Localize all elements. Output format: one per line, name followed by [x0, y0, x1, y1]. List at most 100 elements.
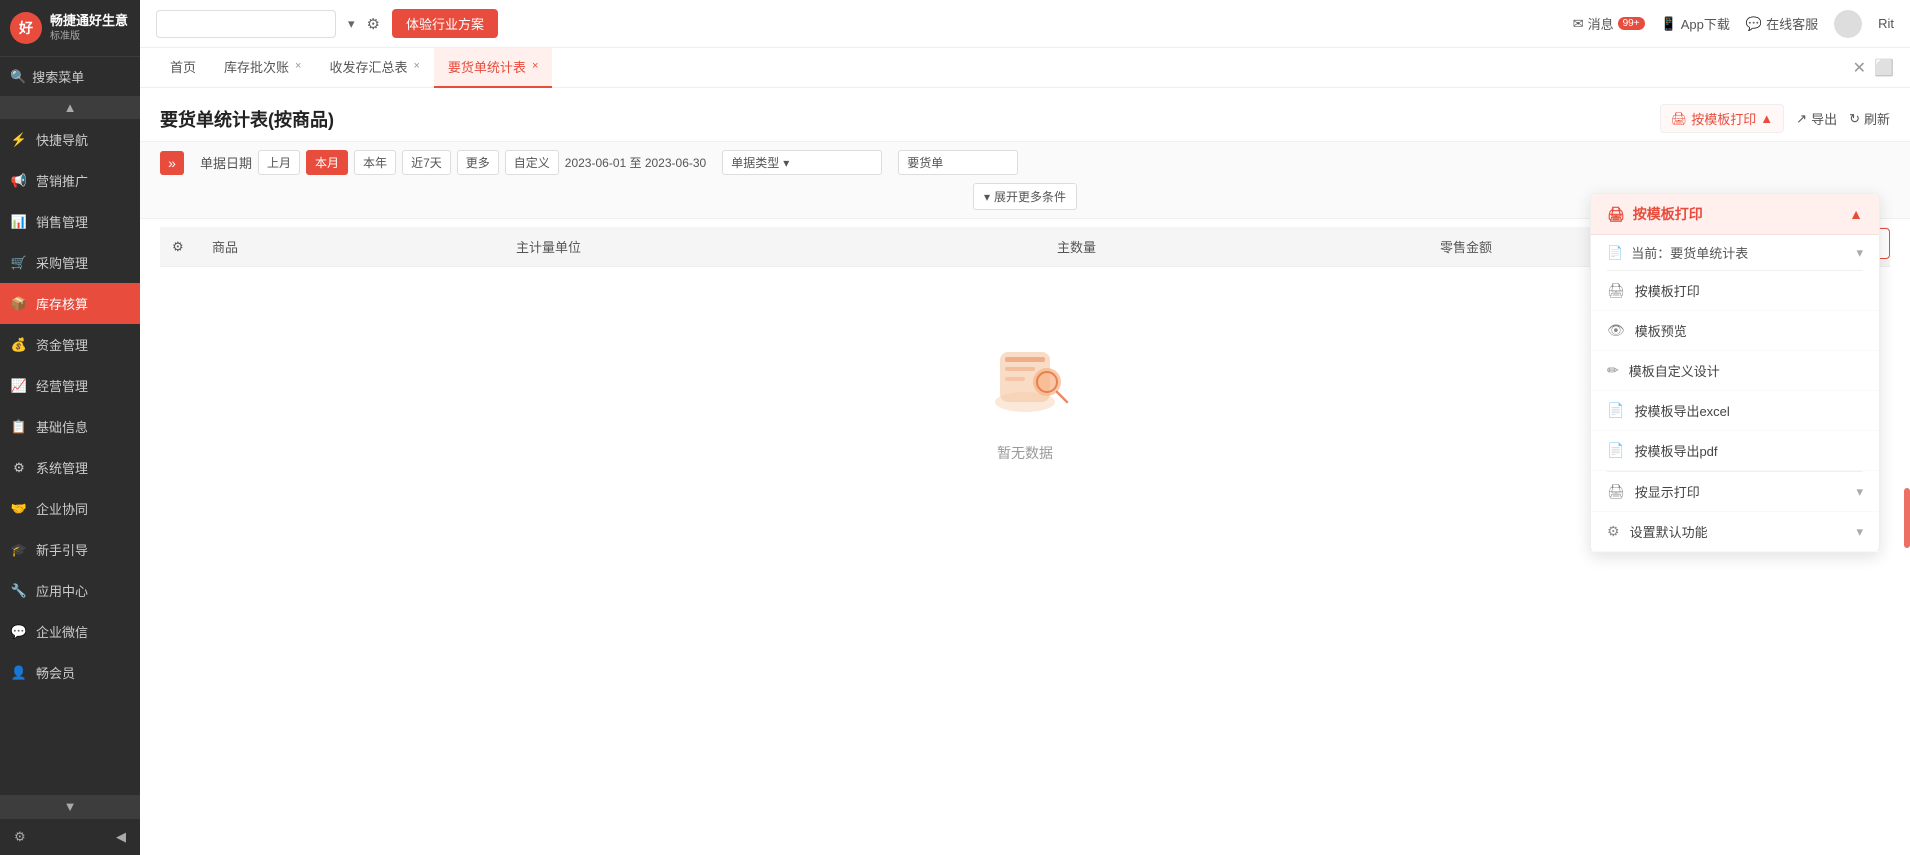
trial-btn[interactable]: 体验行业方案 [392, 9, 498, 38]
tab-receipt-summary[interactable]: 收发存汇总表 × [315, 48, 433, 88]
wechat-icon: 💬 [10, 623, 28, 641]
dropdown-item-template-design[interactable]: ✏ 模板自定义设计 [1591, 351, 1879, 391]
default-func-arrow: ▾ [1856, 524, 1863, 540]
current-template-label: 当前：要货单统计表 [1631, 243, 1748, 262]
filters-row: » 单据日期 上月 本月 本年 近7天 更多 自定义 2023-06-01 至 … [160, 150, 1890, 175]
refresh-label: 刷新 [1864, 109, 1890, 128]
sidebar-item-label: 库存核算 [36, 294, 88, 313]
sidebar-item-member[interactable]: 👤 畅会员 [0, 652, 140, 693]
default-func-label: 设置默认功能 [1630, 522, 1708, 541]
template-print-dropdown: 🖨 按模板打印 ▲ 📄 当前：要货单统计表 ▾ 🖨 按模板打印 [1590, 193, 1880, 553]
app-download-btn[interactable]: 📱 App下载 [1661, 14, 1730, 33]
messages-btn[interactable]: ✉ 消息 99+ [1573, 14, 1645, 33]
order-type-label: 单据类型 [731, 154, 779, 171]
order-type-filter[interactable]: 单据类型 ▾ [722, 150, 882, 175]
template-print-item-label: 按模板打印 [1635, 281, 1700, 300]
sidebar-item-finance[interactable]: 💰 资金管理 [0, 324, 140, 365]
collapse-icon[interactable]: ◀ [116, 829, 126, 845]
close-window-btn[interactable]: ✕ [1853, 58, 1866, 78]
export-label: 导出 [1811, 109, 1837, 128]
messages-label: 消息 [1588, 14, 1614, 33]
sidebar-item-apps[interactable]: 🔧 应用中心 [0, 570, 140, 611]
page-content: 要货单统计表(按商品) 🖨 按模板打印 ▲ ↗ 导出 ↻ 刷新 [140, 88, 1910, 855]
sidebar-item-label: 新手引导 [36, 540, 88, 559]
dropdown-item-export-excel[interactable]: 📄 按模板导出excel [1591, 391, 1879, 431]
col-settings[interactable]: ⚙ [160, 227, 200, 267]
expand-icon: ▾ [984, 190, 990, 204]
sidebar-item-operation[interactable]: 📈 经营管理 [0, 365, 140, 406]
sidebar-item-system[interactable]: ⚙ 系统管理 [0, 447, 140, 488]
sidebar-item-basic[interactable]: 📋 基础信息 [0, 406, 140, 447]
member-icon: 👤 [10, 664, 28, 682]
system-icon: ⚙ [10, 459, 28, 477]
settings-icon[interactable]: ⚙ [14, 829, 26, 845]
date-btn-this-year[interactable]: 本年 [354, 150, 396, 175]
tab-batch-account[interactable]: 库存批次账 × [210, 48, 315, 88]
sidebar-item-purchase[interactable]: 🛒 采购管理 [0, 242, 140, 283]
sidebar-item-label: 采购管理 [36, 253, 88, 272]
tab-requisition-stats-label: 要货单统计表 [448, 57, 526, 76]
dropdown-item-export-pdf[interactable]: 📄 按模板导出pdf [1591, 431, 1879, 471]
sidebar-item-wechat[interactable]: 💬 企业微信 [0, 611, 140, 652]
dropdown-item-template-print[interactable]: 🖨 按模板打印 [1591, 271, 1879, 311]
dropdown-collapse-btn[interactable]: ▲ [1849, 206, 1863, 222]
template-design-label: 模板自定义设计 [1629, 361, 1720, 380]
date-btn-custom[interactable]: 自定义 [505, 150, 559, 175]
purchase-icon: 🛒 [10, 254, 28, 272]
sidebar-item-guide[interactable]: 🎓 新手引导 [0, 529, 140, 570]
sales-icon: 📊 [10, 213, 28, 231]
tab-requisition-stats[interactable]: 要货单统计表 × [434, 48, 552, 88]
tab-home[interactable]: 首页 [156, 48, 210, 88]
dropdown-item-display-print[interactable]: 🖨 按显示打印 ▾ [1591, 472, 1879, 512]
tab-receipt-summary-label: 收发存汇总表 [329, 57, 407, 76]
sidebar-item-label: 资金管理 [36, 335, 88, 354]
expand-conditions-btn[interactable]: ▾ 展开更多条件 [973, 183, 1077, 210]
topbar-actions: ✉ 消息 99+ 📱 App下载 💬 在线客服 Rit [1573, 10, 1894, 38]
tab-batch-account-close[interactable]: × [295, 61, 301, 72]
goods-filter[interactable]: 要货单 [898, 150, 1018, 175]
username: Rit [1878, 16, 1894, 31]
scroll-up-btn[interactable]: ▲ [0, 96, 140, 119]
collab-icon: 🤝 [10, 500, 28, 518]
current-template-icon: 📄 [1607, 245, 1623, 261]
tab-requisition-stats-close[interactable]: × [532, 61, 538, 72]
inventory-icon: 📦 [10, 295, 28, 313]
scroll-down-btn[interactable]: ▼ [0, 795, 140, 818]
topbar-dropdown[interactable]: ▾ [348, 16, 355, 32]
sidebar-item-marketing[interactable]: 📢 营销推广 [0, 160, 140, 201]
dropdown-item-default-func[interactable]: ⚙ 设置默认功能 ▾ [1591, 512, 1879, 552]
filter-toggle-icon: » [168, 155, 176, 171]
maximize-window-btn[interactable]: ⬜ [1874, 58, 1894, 78]
expand-label: 展开更多条件 [994, 188, 1066, 205]
sidebar-item-sales[interactable]: 📊 销售管理 [0, 201, 140, 242]
search-menu[interactable]: 🔍 搜索菜单 [0, 57, 140, 96]
date-btn-last-month[interactable]: 上月 [258, 150, 300, 175]
default-func-icon: ⚙ [1607, 523, 1620, 540]
app-subtitle: 标准版 [50, 30, 128, 43]
search-input[interactable] [156, 10, 336, 38]
template-print-btn[interactable]: 🖨 按模板打印 ▲ [1660, 104, 1784, 133]
avatar[interactable] [1834, 10, 1862, 38]
tab-receipt-summary-close[interactable]: × [413, 61, 419, 72]
date-btn-7days[interactable]: 近7天 [402, 150, 451, 175]
order-type-dropdown-icon: ▾ [783, 156, 789, 170]
export-excel-label: 按模板导出excel [1634, 401, 1729, 420]
service-icon: 💬 [1746, 16, 1762, 32]
sidebar-item-quick-nav[interactable]: ⚡ 快捷导航 [0, 119, 140, 160]
date-btn-more[interactable]: 更多 [457, 150, 499, 175]
tab-batch-account-label: 库存批次账 [224, 57, 289, 76]
sidebar-item-collab[interactable]: 🤝 企业协同 [0, 488, 140, 529]
tab-home-label: 首页 [170, 57, 196, 76]
online-service-btn[interactable]: 💬 在线客服 [1746, 14, 1818, 33]
export-btn[interactable]: ↗ 导出 [1796, 109, 1837, 128]
settings-gear-icon[interactable]: ⚙ [367, 15, 380, 33]
filter-toggle-btn[interactable]: » [160, 151, 184, 175]
col-unit: 主计量单位 [504, 227, 1045, 267]
dropdown-item-template-preview[interactable]: 👁 模板预览 [1591, 311, 1879, 351]
empty-text: 暂无数据 [997, 443, 1053, 463]
scroll-thumb[interactable] [1904, 488, 1910, 548]
date-btn-this-month[interactable]: 本月 [306, 150, 348, 175]
sidebar-item-inventory[interactable]: 📦 库存核算 [0, 283, 140, 324]
topbar: ▾ ⚙ 体验行业方案 ✉ 消息 99+ 📱 App下载 💬 在线客服 Rit [140, 0, 1910, 48]
refresh-btn[interactable]: ↻ 刷新 [1849, 109, 1890, 128]
